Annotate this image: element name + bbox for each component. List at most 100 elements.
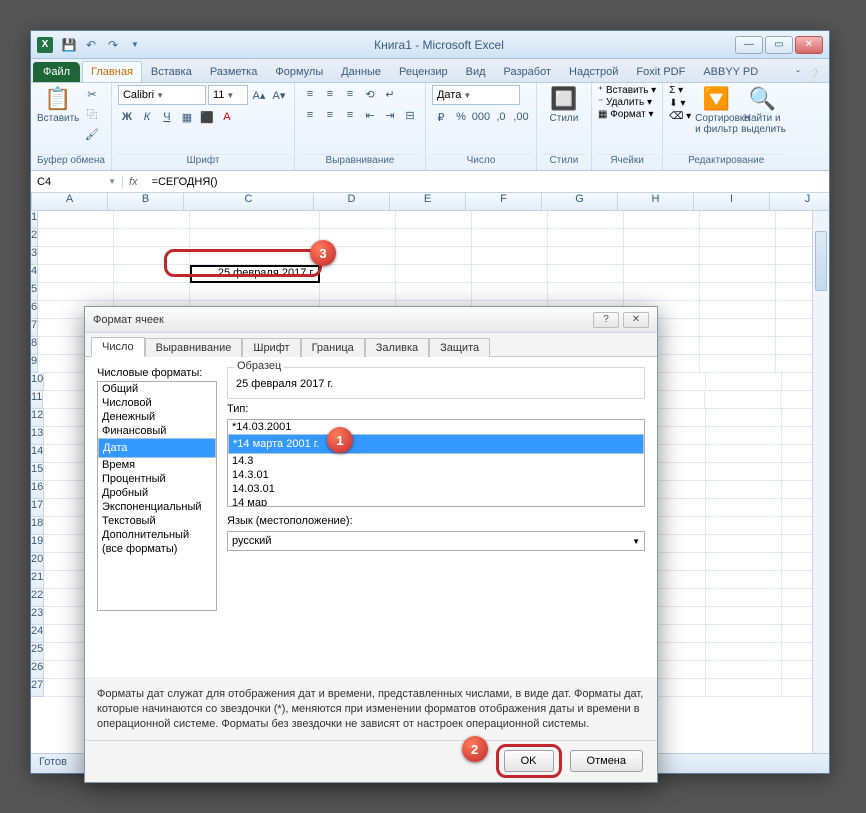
percent-icon[interactable]: %: [452, 108, 470, 126]
tab-foxit[interactable]: Foxit PDF: [627, 61, 694, 82]
cell[interactable]: [38, 265, 114, 283]
row-header[interactable]: 13: [31, 427, 44, 445]
decrease-decimal-icon[interactable]: ,00: [512, 108, 530, 126]
cell[interactable]: [706, 481, 782, 499]
cell[interactable]: [114, 229, 190, 247]
dialog-tab-number[interactable]: Число: [91, 337, 145, 357]
tab-formulas[interactable]: Формулы: [266, 61, 332, 82]
category-item[interactable]: Дробный: [98, 486, 216, 500]
category-item[interactable]: Процентный: [98, 472, 216, 486]
row-header[interactable]: 1: [31, 211, 38, 229]
font-size-select[interactable]: 11▼: [208, 85, 248, 105]
cell[interactable]: [114, 211, 190, 229]
col-header[interactable]: F: [466, 193, 542, 210]
row-header[interactable]: 7: [31, 319, 38, 337]
cell[interactable]: [320, 265, 396, 283]
cell[interactable]: [548, 211, 624, 229]
tab-review[interactable]: Рецензир: [390, 61, 457, 82]
tab-developer[interactable]: Разработ: [495, 61, 560, 82]
cell[interactable]: 25 февраля 2017 г.: [190, 265, 320, 283]
col-header[interactable]: B: [108, 193, 184, 210]
dialog-tab-alignment[interactable]: Выравнивание: [145, 338, 243, 357]
autosum-icon[interactable]: Σ ▾: [669, 85, 691, 96]
redo-icon[interactable]: ↷: [105, 37, 121, 53]
row-header[interactable]: 14: [31, 445, 44, 463]
cell[interactable]: [548, 283, 624, 301]
cell[interactable]: [320, 229, 396, 247]
close-button[interactable]: ✕: [795, 36, 823, 54]
cell[interactable]: [38, 211, 114, 229]
row-header[interactable]: 5: [31, 283, 38, 301]
cell[interactable]: [706, 535, 782, 553]
cell[interactable]: [114, 283, 190, 301]
dialog-tab-font[interactable]: Шрифт: [242, 338, 300, 357]
dialog-tab-protection[interactable]: Защита: [429, 338, 490, 357]
sort-filter-button[interactable]: 🔽Сортировка и фильтр: [695, 85, 737, 135]
cell[interactable]: [700, 229, 776, 247]
cell[interactable]: [548, 265, 624, 283]
fx-icon[interactable]: fx: [129, 176, 142, 188]
underline-button[interactable]: Ч: [158, 108, 176, 126]
maximize-button[interactable]: ▭: [765, 36, 793, 54]
tab-addins[interactable]: Надстрой: [560, 61, 627, 82]
category-item[interactable]: (все форматы): [98, 542, 216, 556]
cell[interactable]: [706, 589, 782, 607]
tab-view[interactable]: Вид: [457, 61, 495, 82]
merge-icon[interactable]: ⊟: [401, 106, 419, 124]
align-left-icon[interactable]: ≡: [301, 106, 319, 124]
dialog-close-button[interactable]: ✕: [623, 312, 649, 328]
currency-icon[interactable]: ₽: [432, 108, 450, 126]
cell[interactable]: [472, 247, 548, 265]
styles-button[interactable]: 🔲Стили: [543, 85, 585, 124]
fill-color-icon[interactable]: ⬛: [198, 108, 216, 126]
category-item[interactable]: Экспоненциальный: [98, 500, 216, 514]
cancel-button[interactable]: Отмена: [570, 750, 643, 772]
font-color-icon[interactable]: A: [218, 108, 236, 126]
col-header[interactable]: A: [32, 193, 108, 210]
border-icon[interactable]: ▦: [178, 108, 196, 126]
row-header[interactable]: 15: [31, 463, 44, 481]
tab-insert[interactable]: Вставка: [142, 61, 201, 82]
cell[interactable]: [472, 211, 548, 229]
type-item[interactable]: *14.03.2001: [228, 420, 644, 434]
cell[interactable]: [706, 517, 782, 535]
col-header[interactable]: C: [184, 193, 314, 210]
category-item[interactable]: Числовой: [98, 396, 216, 410]
cell[interactable]: [396, 283, 472, 301]
cell[interactable]: [706, 373, 782, 391]
row-header[interactable]: 26: [31, 661, 44, 679]
row-header[interactable]: 25: [31, 643, 44, 661]
row-header[interactable]: 20: [31, 553, 44, 571]
col-header[interactable]: H: [618, 193, 694, 210]
cell[interactable]: [706, 463, 782, 481]
wrap-text-icon[interactable]: ↵: [381, 85, 399, 103]
dialog-titlebar[interactable]: Формат ячеек ? ✕: [85, 307, 657, 333]
row-header[interactable]: 24: [31, 625, 44, 643]
cell[interactable]: [700, 265, 776, 283]
row-header[interactable]: 2: [31, 229, 38, 247]
cell[interactable]: [706, 571, 782, 589]
category-item[interactable]: Текстовый: [98, 514, 216, 528]
cell[interactable]: [472, 265, 548, 283]
cell[interactable]: [624, 283, 700, 301]
category-listbox[interactable]: ОбщийЧисловойДенежныйФинансовыйДатаВремя…: [97, 381, 217, 611]
cell[interactable]: [706, 643, 782, 661]
cell[interactable]: [700, 301, 776, 319]
cell[interactable]: [706, 553, 782, 571]
row-header[interactable]: 21: [31, 571, 44, 589]
row-header[interactable]: 22: [31, 589, 44, 607]
category-item[interactable]: Общий: [98, 382, 216, 396]
cell[interactable]: [396, 265, 472, 283]
align-top-icon[interactable]: ≡: [301, 85, 319, 103]
cell[interactable]: [706, 427, 782, 445]
cell[interactable]: [472, 283, 548, 301]
cell[interactable]: [705, 391, 781, 409]
row-header[interactable]: 11: [31, 391, 43, 409]
cells-insert[interactable]: ⁺ Вставить ▾: [598, 85, 656, 96]
increase-indent-icon[interactable]: ⇥: [381, 106, 399, 124]
row-header[interactable]: 3: [31, 247, 38, 265]
dialog-tab-border[interactable]: Граница: [301, 338, 365, 357]
cell[interactable]: [190, 247, 320, 265]
category-item[interactable]: Денежный: [98, 410, 216, 424]
format-painter-icon[interactable]: 🖌: [83, 125, 101, 143]
